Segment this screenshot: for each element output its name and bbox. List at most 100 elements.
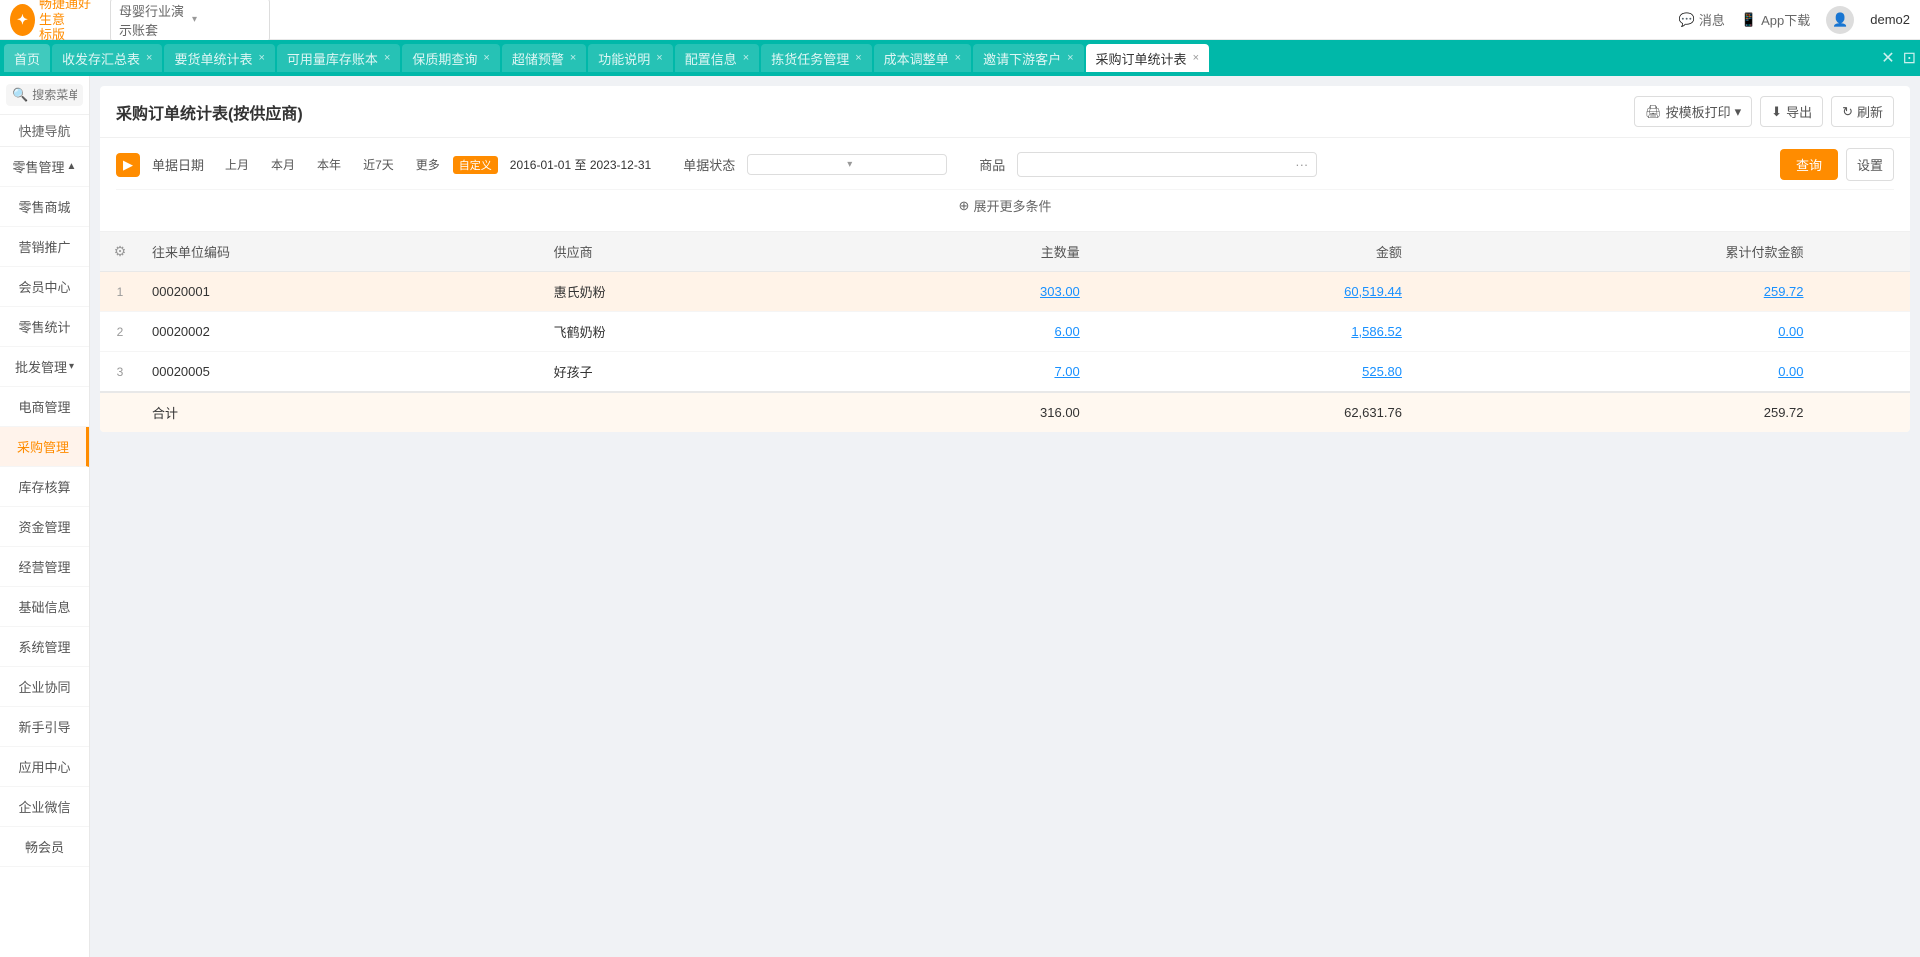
shortcut-this-month[interactable]: 本月 — [262, 153, 304, 176]
close-tab-purchase-stat[interactable]: × — [1193, 52, 1199, 64]
close-tab-pickup-task[interactable]: × — [855, 52, 861, 64]
row-main-qty[interactable]: 6.00 — [841, 312, 1092, 352]
sidebar-item-label: 电商管理 — [18, 400, 70, 415]
username-label: demo2 — [1870, 12, 1910, 27]
shortcut-7days[interactable]: 近7天 — [354, 153, 403, 176]
filter-toggle-button[interactable]: ▶ — [116, 153, 140, 177]
shortcut-more[interactable]: 更多 — [407, 153, 449, 176]
expand-more-button[interactable]: ⊕ 展开更多条件 — [116, 189, 1894, 221]
sidebar-item-wholesale[interactable]: 批发管理 ▾ — [0, 347, 89, 387]
sidebar-item-inventory[interactable]: 库存核算 — [0, 467, 89, 507]
topbar: ✦ 畅捷通好生意 标版 母婴行业演示账套 ▾ 💬 消息 📱 App下载 👤 de… — [0, 0, 1920, 40]
tab-purchase-stat[interactable]: 采购订单统计表 × — [1086, 44, 1209, 72]
tab-home[interactable]: 首页 — [4, 44, 50, 72]
sidebar-item-marketing[interactable]: 营销推广 — [0, 227, 89, 267]
export-button[interactable]: ⬇ 导出 — [1760, 96, 1823, 127]
sidebar-item-app-center[interactable]: 应用中心 — [0, 747, 89, 787]
chevron-down-icon: ▾ — [69, 361, 74, 372]
sidebar-item-retail-stat[interactable]: 零售统计 — [0, 307, 89, 347]
sidebar-item-biz-mgmt[interactable]: 经营管理 — [0, 547, 89, 587]
filter-settings-button[interactable]: 设置 — [1846, 148, 1894, 181]
goods-input[interactable] — [1026, 158, 1295, 172]
row-amount[interactable]: 60,519.44 — [1092, 272, 1414, 312]
print-arrow-icon: ▾ — [1735, 104, 1742, 120]
app-download-button[interactable]: 📱 App下载 — [1741, 10, 1810, 29]
footer-total-label: 合计 — [140, 392, 542, 432]
row-paid-amount[interactable]: 259.72 — [1414, 272, 1816, 312]
sidebar-quicknav[interactable]: 快捷导航 — [0, 115, 89, 147]
sidebar-item-wechat-biz[interactable]: 企业微信 — [0, 787, 89, 827]
sidebar-item-purchase[interactable]: 采购管理 — [0, 427, 89, 467]
custom-badge[interactable]: 自定义 — [453, 156, 498, 174]
row-extra — [1816, 352, 1911, 393]
logo-text: 畅捷通好生意 标版 — [39, 0, 100, 43]
close-tab-cost-adj[interactable]: × — [955, 52, 961, 64]
filter-row-1: ▶ 单据日期 上月 本月 本年 近7天 更多 自定义 2016-01-01 至 … — [116, 148, 1894, 181]
expand-icon: ⊕ — [959, 198, 970, 214]
sidebar-item-sys-mgmt[interactable]: 系统管理 — [0, 627, 89, 667]
avatar[interactable]: 👤 — [1826, 6, 1854, 34]
page: 采购订单统计表(按供应商) 🖨 按模板打印 ▾ ⬇ 导出 ↻ — [90, 76, 1920, 957]
close-all-tabs-button[interactable]: ✕ — [1881, 48, 1894, 68]
close-tab-receipts[interactable]: × — [146, 52, 152, 64]
chevron-right-icon: ▶ — [123, 157, 133, 173]
sidebar-item-new-guide[interactable]: 新手引导 — [0, 707, 89, 747]
row-main-qty[interactable]: 7.00 — [841, 352, 1092, 393]
close-tab-requisition[interactable]: × — [258, 52, 264, 64]
message-button[interactable]: 💬 消息 — [1679, 10, 1725, 29]
store-selector[interactable]: 母婴行业演示账套 ▾ — [110, 0, 270, 42]
close-tab-expiry[interactable]: × — [483, 52, 489, 64]
sidebar-item-label: 基础信息 — [18, 600, 70, 615]
shortcut-this-year[interactable]: 本年 — [308, 153, 350, 176]
sidebar-item-retail-shop[interactable]: 零售商城 — [0, 187, 89, 227]
sidebar-item-vip[interactable]: 畅会员 — [0, 827, 89, 867]
tab-available-stock[interactable]: 可用量库存账本 × — [277, 44, 400, 72]
goods-input-area[interactable]: ··· — [1017, 152, 1317, 177]
search-button[interactable]: 查询 — [1780, 149, 1838, 180]
column-settings-icon[interactable]: ⚙ — [114, 243, 127, 259]
sidebar-search-box[interactable]: 🔍 — [6, 84, 83, 106]
tab-config[interactable]: 配置信息 × — [675, 44, 759, 72]
close-tab-invite[interactable]: × — [1067, 52, 1073, 64]
status-select-arrow-icon: ▾ — [847, 159, 938, 170]
sidebar-item-member[interactable]: 会员中心 — [0, 267, 89, 307]
close-tab-available-stock[interactable]: × — [384, 52, 390, 64]
sidebar-item-finance[interactable]: 资金管理 — [0, 507, 89, 547]
sidebar-item-enterprise[interactable]: 企业协同 — [0, 667, 89, 707]
row-paid-amount[interactable]: 0.00 — [1414, 312, 1816, 352]
main-layout: 🔍 快捷导航 零售管理 ▲ 零售商城 营销推广 会员中心 零售统计 — [0, 76, 1920, 957]
tab-cost-adj[interactable]: 成本调整单 × — [874, 44, 971, 72]
refresh-button[interactable]: ↻ 刷新 — [1831, 96, 1894, 127]
goods-more-icon[interactable]: ··· — [1295, 157, 1308, 172]
row-paid-amount[interactable]: 0.00 — [1414, 352, 1816, 393]
sidebar-item-basic-info[interactable]: 基础信息 — [0, 587, 89, 627]
print-button[interactable]: 🖨 按模板打印 ▾ — [1634, 96, 1752, 127]
logo-area: ✦ 畅捷通好生意 标版 — [10, 0, 100, 43]
table-area: ⚙ 往来单位编码 供应商 主数量 金额 累计付款金额 — [100, 232, 1910, 432]
tab-invite[interactable]: 邀请下游客户 × — [973, 44, 1083, 72]
close-tab-func-desc[interactable]: × — [656, 52, 662, 64]
sidebar-item-ecommerce[interactable]: 电商管理 — [0, 387, 89, 427]
store-selector-arrow-icon: ▾ — [192, 14, 261, 25]
page-title: 采购订单统计表(按供应商) — [116, 100, 303, 124]
tab-requisition[interactable]: 要货单统计表 × — [164, 44, 274, 72]
sidebar-item-retail-mgmt[interactable]: 零售管理 ▲ — [0, 147, 89, 187]
row-main-qty[interactable]: 303.00 — [841, 272, 1092, 312]
tab-overstock[interactable]: 超储预警 × — [502, 44, 586, 72]
tab-pickup-task[interactable]: 拣货任务管理 × — [761, 44, 871, 72]
maximize-button[interactable]: ⊡ — [1903, 48, 1916, 68]
tab-func-desc[interactable]: 功能说明 × — [588, 44, 672, 72]
tab-expiry[interactable]: 保质期查询 × — [402, 44, 499, 72]
shortcut-last-month[interactable]: 上月 — [216, 153, 258, 176]
close-tab-config[interactable]: × — [743, 52, 749, 64]
app-icon: 📱 — [1741, 12, 1757, 28]
row-counter-code: 00020002 — [140, 312, 542, 352]
status-select[interactable]: ▾ — [747, 154, 947, 175]
tab-receipts[interactable]: 收发存汇总表 × — [52, 44, 162, 72]
row-amount[interactable]: 525.80 — [1092, 352, 1414, 393]
row-amount[interactable]: 1,586.52 — [1092, 312, 1414, 352]
footer-main-qty: 316.00 — [841, 392, 1092, 432]
search-input[interactable] — [32, 88, 77, 102]
sidebar-item-label: 营销推广 — [18, 240, 70, 255]
close-tab-overstock[interactable]: × — [570, 52, 576, 64]
